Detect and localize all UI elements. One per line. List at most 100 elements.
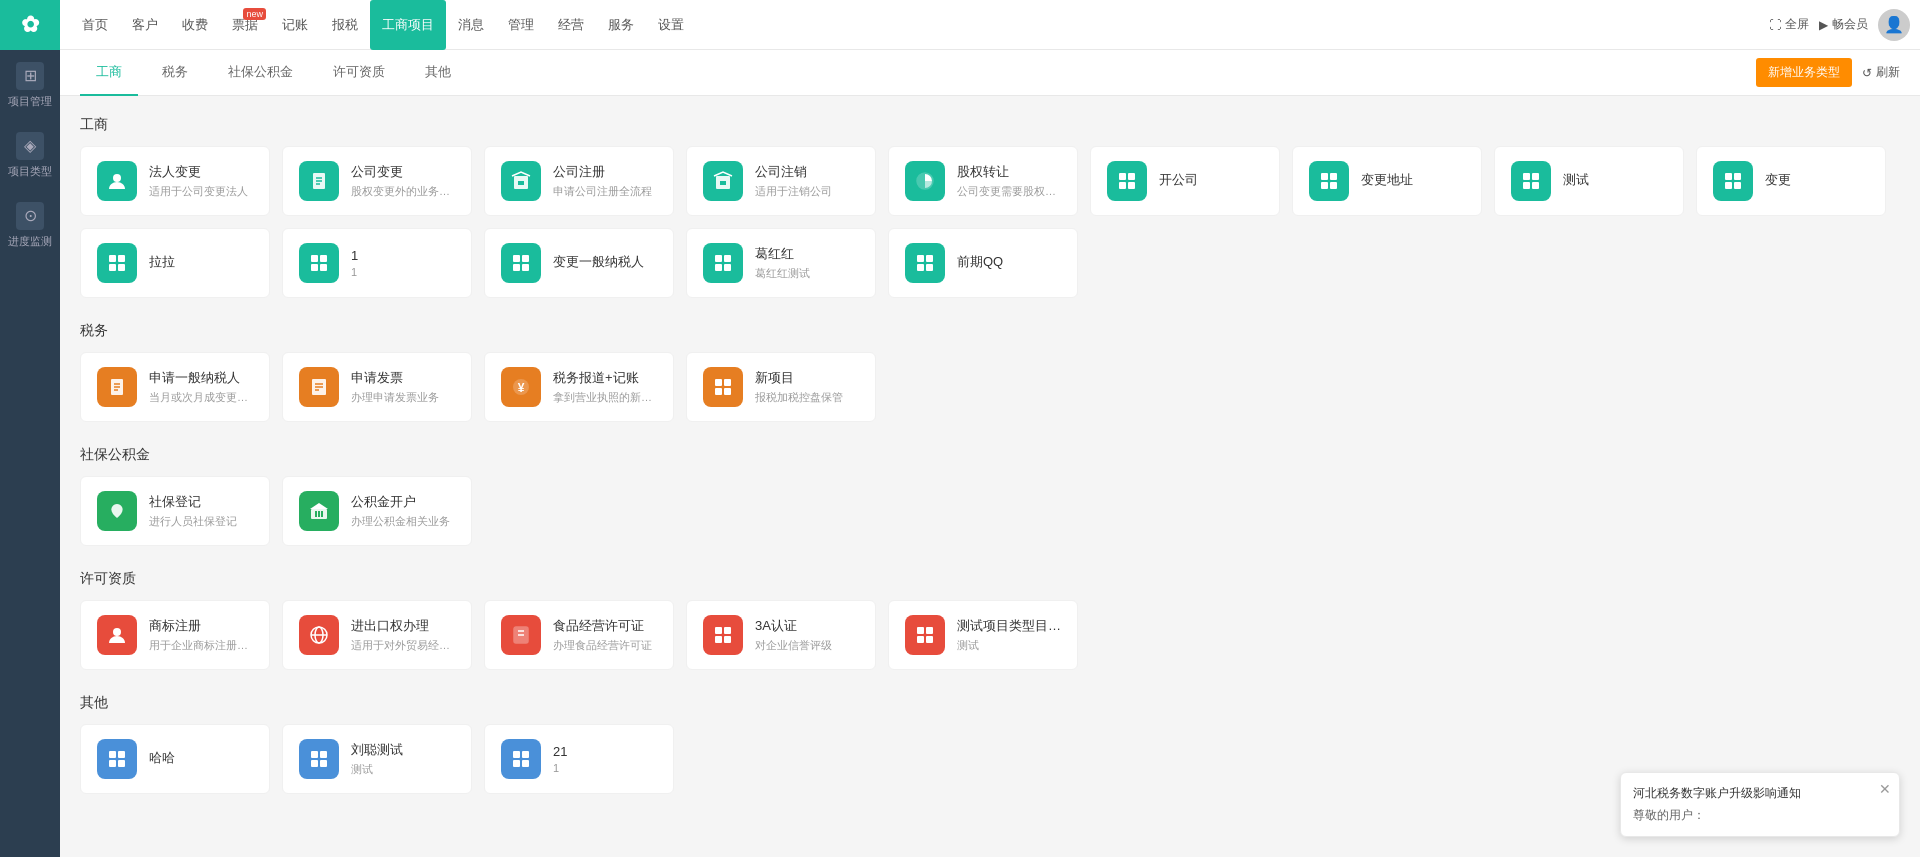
service-card-sw4[interactable]: 新项目报税加税控盘保管 [686, 352, 876, 422]
nav-invoice[interactable]: 票据 new [220, 0, 270, 50]
service-card-xk2[interactable]: 进出口权办理适用于对外贸易经营者 [282, 600, 472, 670]
service-card-gs4[interactable]: 公司注销适用于注销公司 [686, 146, 876, 216]
fullscreen-btn[interactable]: ⛶ 全屏 [1769, 16, 1809, 33]
tab-shuiwu[interactable]: 税务 [146, 50, 204, 96]
service-card-gs2[interactable]: 公司变更股权变更外的业务变更 [282, 146, 472, 216]
card-title-sw2: 申请发票 [351, 369, 455, 387]
service-card-xk4[interactable]: 3A认证对企业信誉评级 [686, 600, 876, 670]
service-card-xk3[interactable]: 食品经营许可证办理食品经营许可证 [484, 600, 674, 670]
service-card-sw3[interactable]: ¥税务报道+记账拿到营业执照的新公司 [484, 352, 674, 422]
tab-other[interactable]: 其他 [409, 50, 467, 96]
svg-rect-80 [926, 636, 933, 643]
svg-rect-15 [1128, 182, 1135, 189]
card-text-ot2: 刘聪测试测试 [351, 741, 455, 777]
card-title-gs2: 公司变更 [351, 163, 455, 181]
card-text-gs6: 开公司 [1159, 171, 1263, 192]
card-desc-gs1: 适用于公司变更法人 [149, 184, 253, 199]
service-card-ot2[interactable]: 刘聪测试测试 [282, 724, 472, 794]
section-title-xuke-section: 许可资质 [80, 570, 1900, 588]
nav-billing[interactable]: 收费 [170, 0, 220, 50]
notification-body: 尊敬的用户： [1633, 806, 1887, 824]
card-desc-xk1: 用于企业商标注册服务 [149, 638, 253, 653]
svg-text:¥: ¥ [518, 381, 525, 395]
card-title-ot3: 21 [553, 744, 657, 759]
tab-shebao[interactable]: 社保公积金 [212, 50, 309, 96]
svg-rect-84 [118, 760, 125, 767]
card-text-gs8: 测试 [1563, 171, 1667, 192]
svg-rect-87 [311, 760, 318, 767]
nav-operation[interactable]: 经营 [546, 0, 596, 50]
svg-rect-22 [1523, 182, 1530, 189]
service-card-ot1[interactable]: 哈哈 [80, 724, 270, 794]
card-desc-sw2: 办理申请发票业务 [351, 390, 455, 405]
service-card-xk1[interactable]: 商标注册用于企业商标注册服务 [80, 600, 270, 670]
refresh-label: 刷新 [1876, 64, 1900, 81]
svg-rect-33 [320, 255, 327, 262]
card-text-sw1: 申请一般纳税人当月或次月成变更完成 [149, 369, 253, 405]
service-card-gs6[interactable]: 开公司 [1090, 146, 1280, 216]
service-card-gs7[interactable]: 变更地址 [1292, 146, 1482, 216]
tab-xuke[interactable]: 许可资质 [317, 50, 401, 96]
fullscreen-icon: ⛶ [1769, 18, 1781, 32]
nav-settings[interactable]: 设置 [646, 0, 696, 50]
new-type-button[interactable]: 新增业务类型 [1756, 58, 1852, 87]
card-title-gs11: 1 [351, 248, 455, 263]
card-title-gs1: 法人变更 [149, 163, 253, 181]
svg-point-66 [113, 628, 121, 636]
service-card-gs12[interactable]: 变更一般纳税人 [484, 228, 674, 298]
svg-rect-20 [1523, 173, 1530, 180]
nav-home[interactable]: 首页 [70, 0, 120, 50]
svg-rect-86 [320, 751, 327, 758]
nav-service[interactable]: 服务 [596, 0, 646, 50]
service-card-xk5[interactable]: 测试项目类型目定义测试 [888, 600, 1078, 670]
service-card-gs14[interactable]: 前期QQ [888, 228, 1078, 298]
card-title-gs7: 变更地址 [1361, 171, 1465, 189]
service-card-sw2[interactable]: 申请发票办理申请发票业务 [282, 352, 472, 422]
invoice-badge: new [243, 8, 266, 20]
vip-label: 畅会员 [1832, 16, 1868, 33]
scroll-content: 工商法人变更适用于公司变更法人公司变更股权变更外的业务变更公司注册申请公司注册全… [60, 96, 1920, 857]
nav-message[interactable]: 消息 [446, 0, 496, 50]
refresh-button[interactable]: ↺ 刷新 [1862, 64, 1900, 81]
nav-customer[interactable]: 客户 [120, 0, 170, 50]
notification-close-btn[interactable]: ✕ [1879, 781, 1891, 797]
service-card-ot3[interactable]: 211 [484, 724, 674, 794]
vip-btn[interactable]: ▶ 畅会员 [1819, 16, 1868, 33]
card-text-gs5: 股权转让公司变更需要股权转让 [957, 163, 1061, 199]
nav-management[interactable]: 管理 [496, 0, 546, 50]
service-card-gs9[interactable]: 变更 [1696, 146, 1886, 216]
service-card-gs3[interactable]: 公司注册申请公司注册全流程 [484, 146, 674, 216]
topnav: 首页 客户 收费 票据 new 记账 报税 工商项目 消息 管理 经营 服务 设… [60, 0, 1920, 50]
svg-rect-32 [311, 255, 318, 262]
card-text-ot1: 哈哈 [149, 749, 253, 770]
sidebar-label-project-mgmt: 项目管理 [8, 94, 52, 109]
service-card-gs11[interactable]: 11 [282, 228, 472, 298]
svg-rect-41 [724, 255, 731, 262]
service-card-gs10[interactable]: 拉拉 [80, 228, 270, 298]
tab-gongshang[interactable]: 工商 [80, 50, 138, 96]
sidebar-item-project-type[interactable]: ◈ 项目类型 [0, 120, 60, 190]
project-type-icon: ◈ [16, 132, 44, 160]
nav-accounting[interactable]: 记账 [270, 0, 320, 50]
sidebar-item-project-mgmt[interactable]: ⊞ 项目管理 [0, 50, 60, 120]
card-icon-gs8 [1511, 161, 1551, 201]
svg-rect-44 [917, 255, 924, 262]
svg-rect-42 [715, 264, 722, 271]
svg-rect-45 [926, 255, 933, 262]
nav-tax[interactable]: 报税 [320, 0, 370, 50]
service-card-sw1[interactable]: 申请一般纳税人当月或次月成变更完成 [80, 352, 270, 422]
service-card-gs5[interactable]: 股权转让公司变更需要股权转让 [888, 146, 1078, 216]
svg-rect-74 [724, 627, 731, 634]
card-title-ot1: 哈哈 [149, 749, 253, 767]
service-card-sb1[interactable]: 社保登记进行人员社保登记 [80, 476, 270, 546]
card-text-gs1: 法人变更适用于公司变更法人 [149, 163, 253, 199]
nav-bizproject[interactable]: 工商项目 [370, 0, 446, 50]
service-card-sb2[interactable]: 公积金开户办理公积金相关业务 [282, 476, 472, 546]
svg-rect-36 [513, 255, 520, 262]
service-card-gs8[interactable]: 测试 [1494, 146, 1684, 216]
sidebar-item-progress-monitor[interactable]: ⊙ 进度监测 [0, 190, 60, 260]
user-avatar[interactable]: 👤 [1878, 9, 1910, 41]
card-icon-ot1 [97, 739, 137, 779]
service-card-gs13[interactable]: 葛红红葛红红测试 [686, 228, 876, 298]
service-card-gs1[interactable]: 法人变更适用于公司变更法人 [80, 146, 270, 216]
